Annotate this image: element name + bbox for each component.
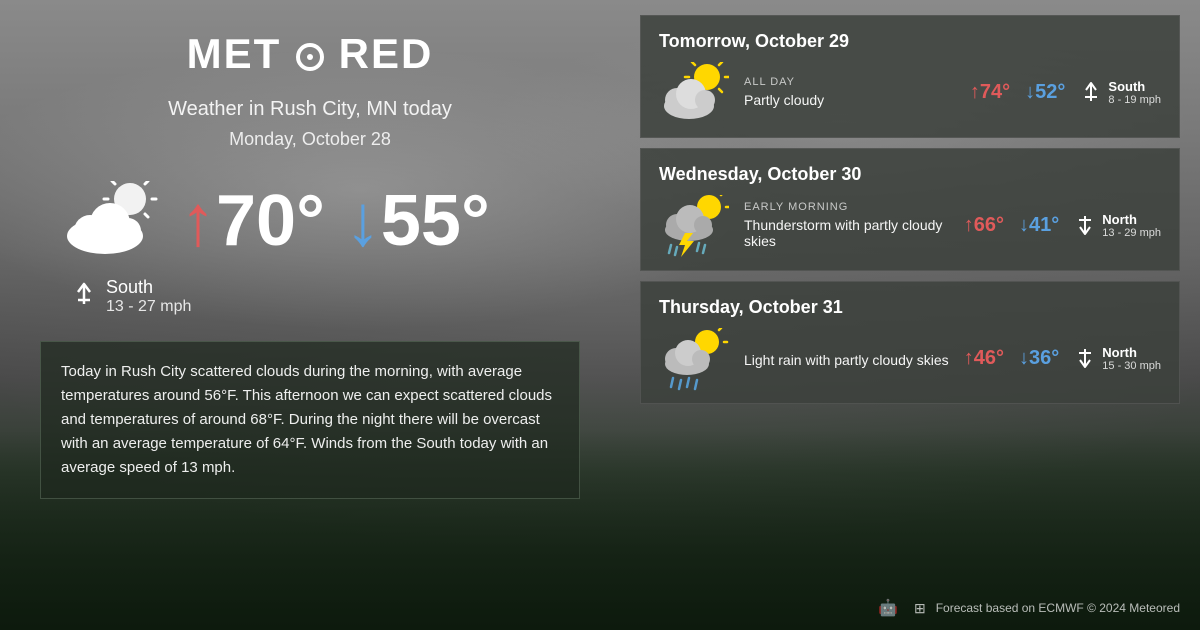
forecast-condition-0: ALL DAY Partly cloudy (744, 76, 955, 108)
location-title: Weather in Rush City, MN today (40, 98, 580, 121)
current-temp-high: ↑70° (180, 180, 325, 262)
weather-description: Today in Rush City scattered clouds duri… (40, 341, 580, 499)
forecast-wind-speed-1: 13 - 29 mph (1102, 227, 1161, 239)
date-title: Monday, October 28 (40, 129, 580, 150)
forecast-condition-2: Light rain with partly cloudy skies (744, 348, 949, 368)
windows-icon: ⊞ (914, 600, 926, 617)
forecast-wind-dir-0: South (1108, 79, 1161, 94)
forecast-high-1: ↑66° (964, 214, 1004, 237)
logo-text: MET RED (187, 30, 434, 77)
forecast-icon-1 (659, 195, 729, 255)
forecast-condition-1: EARLY MORNING Thunderstorm with partly c… (744, 201, 949, 249)
forecast-day-1: Wednesday, October 30 (659, 164, 1161, 185)
forecast-low-1: ↓41° (1019, 214, 1059, 237)
wind-direction: South (106, 277, 191, 298)
footer-text: Forecast based on ECMWF © 2024 Meteored (936, 601, 1180, 615)
forecast-temps-0: ↑74° ↓52° South 8 - 19 mph (970, 79, 1161, 106)
current-temp-low: ↓55° (345, 180, 490, 262)
wind-speed: 13 - 27 mph (106, 298, 191, 316)
forecast-icon-0 (659, 62, 729, 122)
forecast-day-0: Tomorrow, October 29 (659, 31, 1161, 52)
current-weather: ↑70° ↓55° (40, 180, 580, 262)
forecast-wind-dir-1: North (1102, 212, 1161, 227)
forecast-low-2: ↓36° (1019, 347, 1059, 370)
forecast-card-1: Wednesday, October 30 (640, 148, 1180, 271)
forecast-high-2: ↑46° (964, 347, 1004, 370)
current-weather-icon (60, 181, 170, 261)
forecast-temps-1: ↑66° ↓41° North 13 - 29 mph (964, 212, 1161, 239)
wind-details: South 13 - 27 mph (106, 277, 191, 316)
current-wind-info: South 13 - 27 mph (40, 277, 580, 316)
wind-icon (70, 280, 98, 314)
forecast-panel: Tomorrow, October 29 (620, 0, 1200, 630)
forecast-wind-2: North 15 - 30 mph (1074, 345, 1161, 372)
platform-icons: 🤖 ⊞ (878, 598, 926, 618)
forecast-wind-speed-0: 8 - 19 mph (1108, 94, 1161, 106)
forecast-icon-2 (659, 328, 729, 388)
forecast-wind-0: South 8 - 19 mph (1080, 79, 1161, 106)
forecast-high-0: ↑74° (970, 81, 1010, 104)
forecast-temps-2: ↑46° ↓36° North 15 - 30 mph (964, 345, 1161, 372)
forecast-card-2: Thursday, October 31 (640, 281, 1180, 404)
forecast-card-0: Tomorrow, October 29 (640, 15, 1180, 138)
forecast-day-2: Thursday, October 31 (659, 297, 1161, 318)
app-logo: MET RED (40, 30, 580, 78)
forecast-wind-dir-2: North (1102, 345, 1161, 360)
footer: 🤖 ⊞ Forecast based on ECMWF © 2024 Meteo… (878, 598, 1180, 618)
forecast-wind-speed-2: 15 - 30 mph (1102, 360, 1161, 372)
android-icon: 🤖 (878, 598, 898, 618)
forecast-low-0: ↓52° (1025, 81, 1065, 104)
current-temps: ↑70° ↓55° (180, 180, 490, 262)
forecast-wind-1: North 13 - 29 mph (1074, 212, 1161, 239)
